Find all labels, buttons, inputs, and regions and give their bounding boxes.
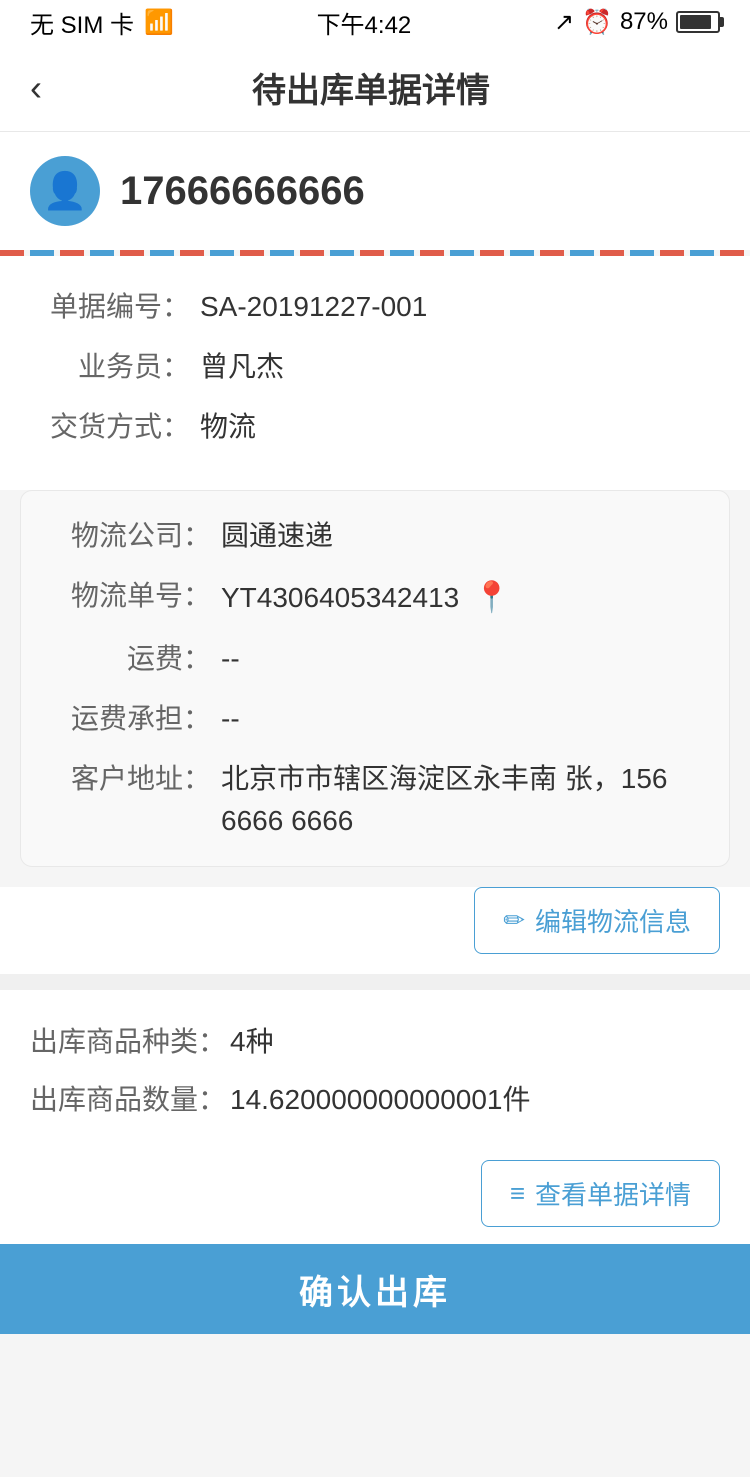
- address-label: 客户地址：: [51, 758, 211, 800]
- battery-pct: 87%: [620, 8, 668, 36]
- status-bar: 无 SIM 卡 📶 下午4:42 ↗ ⏰ 87%: [0, 0, 750, 44]
- tracking-location-icon[interactable]: 📍: [473, 575, 510, 620]
- delivery-row: 交货方式： 物流: [30, 406, 720, 448]
- freight-value: --: [211, 638, 699, 680]
- products-section: 出库商品种类： 4种 出库商品数量： 14.620000000000001件: [0, 990, 750, 1160]
- delivery-label: 交货方式：: [30, 406, 190, 448]
- freight-bearer-row: 运费承担： --: [51, 698, 699, 740]
- products-qty-value: 14.620000000000001件: [230, 1078, 531, 1118]
- salesperson-value: 曾凡杰: [190, 346, 720, 388]
- products-qty-label: 出库商品数量：: [30, 1078, 230, 1118]
- status-left: 无 SIM 卡 📶: [30, 5, 174, 40]
- view-details-icon: ≡: [510, 1178, 525, 1209]
- salesperson-row: 业务员： 曾凡杰: [30, 346, 720, 388]
- doc-no-value: SA-20191227-001: [190, 286, 720, 328]
- logistics-company-label: 物流公司：: [51, 515, 211, 557]
- logistics-tracking-row: 物流单号： YT4306405342413 📍: [51, 575, 699, 620]
- edit-logistics-button[interactable]: ✏ 编辑物流信息: [474, 887, 720, 954]
- alarm-icon: ⏰: [582, 8, 612, 37]
- location-status-icon: ↗: [554, 8, 574, 37]
- battery-icon: [676, 11, 720, 33]
- products-qty-row: 出库商品数量： 14.620000000000001件: [30, 1078, 720, 1118]
- view-details-button[interactable]: ≡ 查看单据详情: [481, 1160, 720, 1227]
- view-details-label: 查看单据详情: [535, 1175, 691, 1212]
- confirm-button[interactable]: 确认出库: [0, 1244, 750, 1334]
- freight-bearer-value: --: [211, 698, 699, 740]
- edit-logistics-label: 编辑物流信息: [535, 902, 691, 939]
- logistics-tracking-value: YT4306405342413 📍: [211, 575, 699, 620]
- freight-bearer-label: 运费承担：: [51, 698, 211, 740]
- status-right: ↗ ⏰ 87%: [554, 8, 720, 37]
- logistics-tracking-label: 物流单号：: [51, 575, 211, 617]
- back-button[interactable]: ‹: [30, 67, 42, 109]
- carrier-label: 无 SIM 卡: [30, 5, 134, 40]
- wifi-icon: 📶: [144, 8, 174, 37]
- logistics-company-row: 物流公司： 圆通速递: [51, 515, 699, 557]
- address-value: 北京市市辖区海淀区永丰南 张，156 6666 6666: [211, 758, 699, 842]
- edit-logistics-icon: ✏: [503, 905, 525, 936]
- nav-bar: ‹ 待出库单据详情: [0, 44, 750, 132]
- freight-row: 运费： --: [51, 638, 699, 680]
- doc-no-row: 单据编号： SA-20191227-001: [30, 286, 720, 328]
- doc-no-label: 单据编号：: [30, 286, 190, 328]
- delivery-value: 物流: [190, 406, 720, 448]
- confirm-button-label: 确认出库: [299, 1265, 451, 1314]
- salesperson-label: 业务员：: [30, 346, 190, 388]
- address-row: 客户地址： 北京市市辖区海淀区永丰南 张，156 6666 6666: [51, 758, 699, 842]
- products-type-row: 出库商品种类： 4种: [30, 1020, 720, 1060]
- edit-btn-row: ✏ 编辑物流信息: [0, 887, 750, 974]
- view-btn-row: ≡ 查看单据详情: [0, 1160, 750, 1247]
- section-divider: [0, 974, 750, 990]
- products-type-value: 4种: [230, 1020, 274, 1060]
- logistics-company-value: 圆通速递: [211, 515, 699, 557]
- page-title: 待出库单据详情: [62, 63, 680, 112]
- avatar: 👤: [30, 156, 100, 226]
- tracking-number: YT4306405342413: [221, 577, 459, 619]
- status-time: 下午4:42: [317, 5, 412, 40]
- user-section: 👤 17666666666: [0, 132, 750, 250]
- order-info-section: 单据编号： SA-20191227-001 业务员： 曾凡杰 交货方式： 物流: [0, 256, 750, 490]
- products-type-label: 出库商品种类：: [30, 1020, 230, 1060]
- logistics-card: 物流公司： 圆通速递 物流单号： YT4306405342413 📍 运费： -…: [20, 490, 730, 867]
- avatar-icon: 👤: [43, 170, 88, 212]
- user-phone: 17666666666: [120, 169, 365, 214]
- freight-label: 运费：: [51, 638, 211, 680]
